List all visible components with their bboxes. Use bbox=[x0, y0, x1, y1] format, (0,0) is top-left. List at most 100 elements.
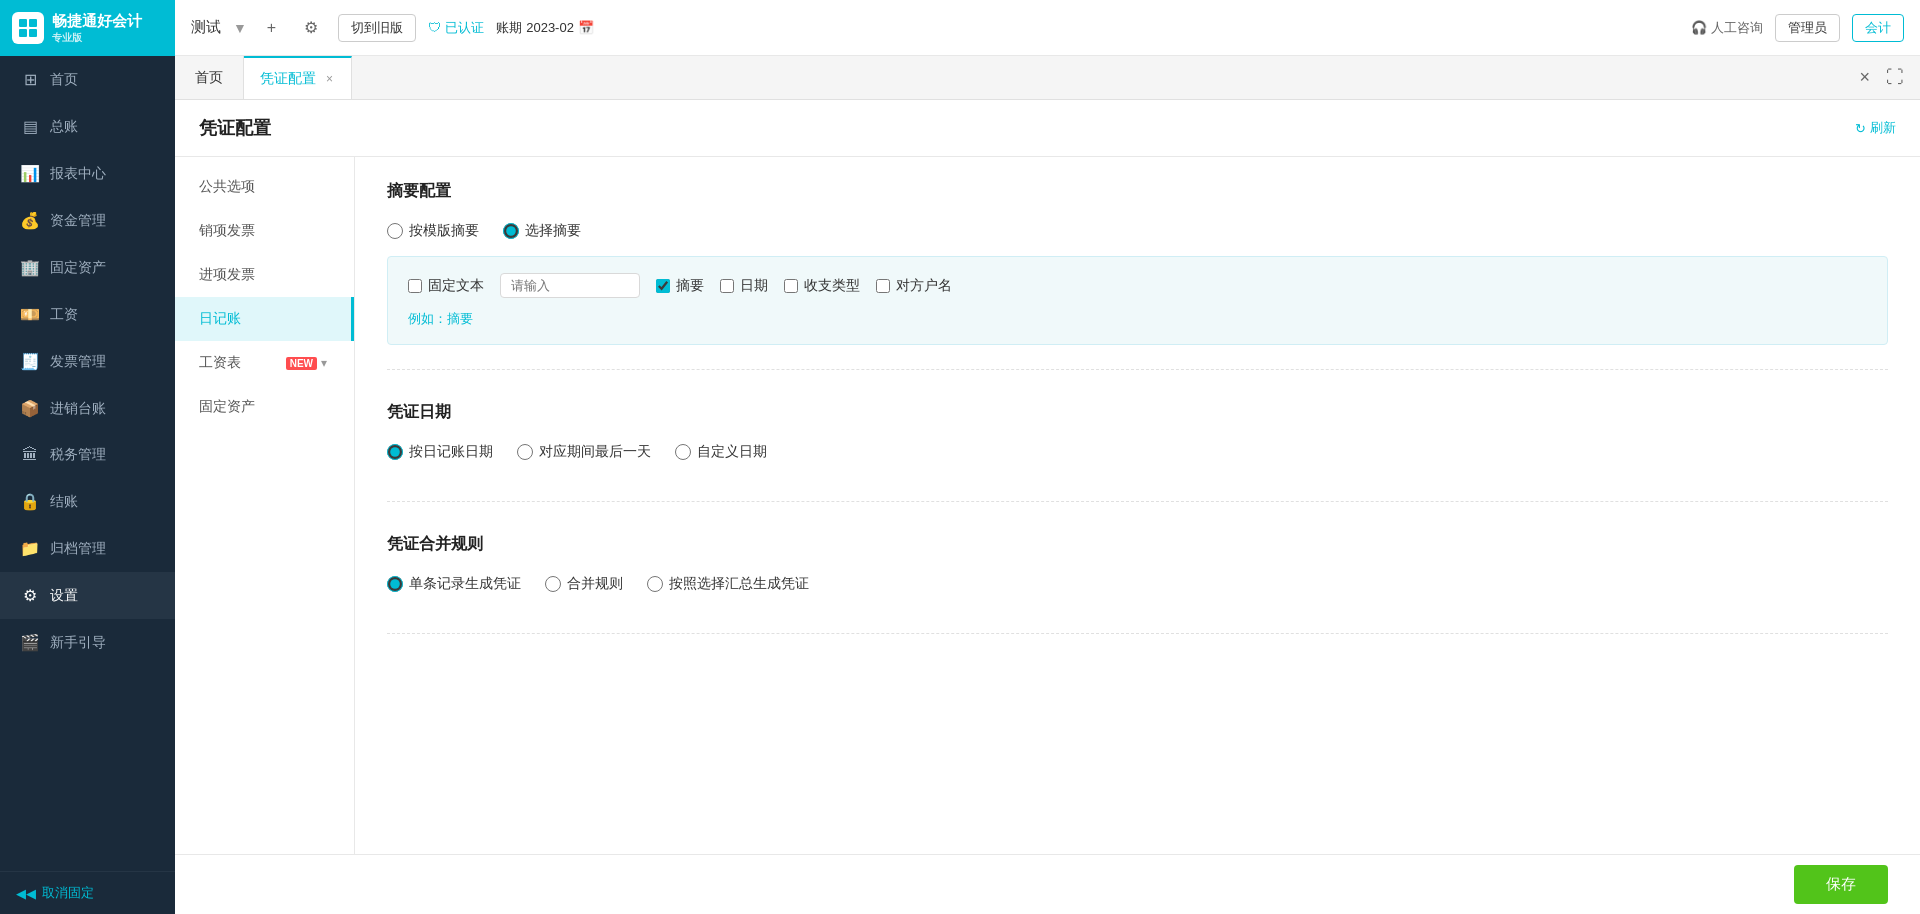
company-dropdown-icon[interactable]: ▼ bbox=[233, 20, 247, 36]
merge-rule-radio[interactable] bbox=[545, 576, 561, 592]
fixed-text-input[interactable] bbox=[500, 273, 640, 298]
date-last-day-radio[interactable] bbox=[517, 444, 533, 460]
merge-by-select-radio[interactable] bbox=[647, 576, 663, 592]
calendar-icon[interactable]: 📅 bbox=[578, 20, 594, 35]
sidebar-item-label: 总账 bbox=[50, 118, 78, 136]
refresh-button[interactable]: ↻ 刷新 bbox=[1855, 119, 1896, 153]
expand-panel-button[interactable]: ⛶ bbox=[1882, 63, 1908, 92]
invoices-icon: 🧾 bbox=[20, 352, 40, 371]
tab-home[interactable]: 首页 bbox=[175, 56, 244, 99]
sidebar-item-ledger[interactable]: ▤ 总账 bbox=[0, 103, 175, 150]
sidebar-item-assets[interactable]: 🏢 固定资产 bbox=[0, 244, 175, 291]
content-area: 凭证配置 ↻ 刷新 公共选项 销项发票 进项发票 bbox=[175, 100, 1920, 914]
summary-config-row: 固定文本 摘要 日期 bbox=[408, 273, 1867, 298]
sidebar-item-archive[interactable]: 📁 归档管理 bbox=[0, 525, 175, 572]
admin-button[interactable]: 管理员 bbox=[1775, 14, 1840, 42]
merge-section: 凭证合并规则 单条记录生成凭证 合并规则 bbox=[387, 534, 1888, 634]
summary-option[interactable]: 摘要 bbox=[656, 277, 704, 295]
merge-rule-option[interactable]: 合并规则 bbox=[545, 575, 623, 593]
date-last-day-option[interactable]: 对应期间最后一天 bbox=[517, 443, 651, 461]
assets-icon: 🏢 bbox=[20, 258, 40, 277]
switch-version-button[interactable]: 切到旧版 bbox=[338, 14, 416, 42]
fixed-text-label: 固定文本 bbox=[428, 277, 484, 295]
add-button[interactable]: + bbox=[259, 15, 284, 41]
logo-icon bbox=[12, 12, 44, 44]
sidebar-item-label: 新手引导 bbox=[50, 634, 106, 652]
account-button[interactable]: 会计 bbox=[1852, 14, 1904, 42]
nav-item-payroll[interactable]: 工资表 NEW ▾ bbox=[175, 341, 354, 385]
date-checkbox[interactable] bbox=[720, 279, 734, 293]
sidebar-item-invoices[interactable]: 🧾 发票管理 bbox=[0, 338, 175, 385]
date-title: 凭证日期 bbox=[387, 402, 1888, 423]
reports-icon: 📊 bbox=[20, 164, 40, 183]
left-nav: 公共选项 销项发票 进项发票 日记账 工资表 bbox=[175, 157, 355, 914]
new-badge: NEW bbox=[286, 357, 317, 370]
merge-single-radio[interactable] bbox=[387, 576, 403, 592]
funds-icon: 💰 bbox=[20, 211, 40, 230]
sidebar-item-reports[interactable]: 📊 报表中心 bbox=[0, 150, 175, 197]
sidebar-item-label: 首页 bbox=[50, 71, 78, 89]
nav-item-sales-label: 销项发票 bbox=[199, 222, 255, 238]
home-icon: ⊞ bbox=[20, 70, 40, 89]
sidebar-item-close-accounts[interactable]: 🔒 结账 bbox=[0, 478, 175, 525]
nav-item-purchase[interactable]: 进项发票 bbox=[175, 253, 354, 297]
tab-close-button[interactable]: × bbox=[324, 70, 335, 88]
merge-single-option[interactable]: 单条记录生成凭证 bbox=[387, 575, 521, 593]
merge-by-select-option[interactable]: 按照选择汇总生成凭证 bbox=[647, 575, 809, 593]
date-last-day-label: 对应期间最后一天 bbox=[539, 443, 651, 461]
nav-item-assets[interactable]: 固定资产 bbox=[175, 385, 354, 429]
sidebar-item-label: 资金管理 bbox=[50, 212, 106, 230]
date-option[interactable]: 日期 bbox=[720, 277, 768, 295]
nav-item-assets-label: 固定资产 bbox=[199, 398, 255, 414]
fixed-text-checkbox[interactable] bbox=[408, 279, 422, 293]
sidebar-item-label: 税务管理 bbox=[50, 446, 106, 464]
date-custom-option[interactable]: 自定义日期 bbox=[675, 443, 767, 461]
period-display: 账期 2023-02 📅 bbox=[496, 19, 594, 37]
summary-config-box: 固定文本 摘要 日期 bbox=[387, 256, 1888, 345]
service-button[interactable]: 🎧 人工咨询 bbox=[1691, 19, 1763, 37]
summary-select-radio[interactable] bbox=[503, 223, 519, 239]
date-radio-group: 按日记账日期 对应期间最后一天 自定义日期 bbox=[387, 443, 1888, 461]
sidebar: 畅捷通好会计 专业版 ⊞ 首页 ▤ 总账 📊 报表中心 💰 资金管理 🏢 固定资… bbox=[0, 0, 175, 914]
pay-type-checkbox[interactable] bbox=[784, 279, 798, 293]
save-button[interactable]: 保存 bbox=[1794, 865, 1888, 904]
date-custom-radio[interactable] bbox=[675, 444, 691, 460]
sidebar-item-label: 报表中心 bbox=[50, 165, 106, 183]
nav-item-public[interactable]: 公共选项 bbox=[175, 165, 354, 209]
merge-by-select-label: 按照选择汇总生成凭证 bbox=[669, 575, 809, 593]
unpin-button[interactable]: ◀◀ 取消固定 bbox=[0, 871, 175, 914]
sidebar-item-guide[interactable]: 🎬 新手引导 bbox=[0, 619, 175, 666]
sidebar-item-payroll[interactable]: 💴 工资 bbox=[0, 291, 175, 338]
date-by-date-radio[interactable] bbox=[387, 444, 403, 460]
fixed-text-option[interactable]: 固定文本 bbox=[408, 277, 484, 295]
nav-item-payroll-row: 工资表 NEW ▾ bbox=[199, 354, 327, 372]
sidebar-item-home[interactable]: ⊞ 首页 bbox=[0, 56, 175, 103]
sidebar-item-tax[interactable]: 🏛 税务管理 bbox=[0, 432, 175, 478]
date-by-date-label: 按日记账日期 bbox=[409, 443, 493, 461]
summary-checkbox[interactable] bbox=[656, 279, 670, 293]
summary-template-option[interactable]: 按模版摘要 bbox=[387, 222, 479, 240]
tab-home-label: 首页 bbox=[195, 69, 223, 87]
summary-label: 摘要 bbox=[676, 277, 704, 295]
summary-select-option[interactable]: 选择摘要 bbox=[503, 222, 581, 240]
example-text: 例如：摘要 bbox=[408, 311, 473, 326]
counterpart-checkbox[interactable] bbox=[876, 279, 890, 293]
sidebar-item-label: 结账 bbox=[50, 493, 78, 511]
close-panel-button[interactable]: × bbox=[1855, 63, 1874, 92]
nav-item-sales[interactable]: 销项发票 bbox=[175, 209, 354, 253]
sidebar-item-purchases[interactable]: 📦 进销台账 bbox=[0, 385, 175, 432]
tab-voucher-config[interactable]: 凭证配置 × bbox=[244, 56, 352, 99]
svg-rect-2 bbox=[19, 29, 27, 37]
counterpart-option[interactable]: 对方户名 bbox=[876, 277, 952, 295]
date-by-date-option[interactable]: 按日记账日期 bbox=[387, 443, 493, 461]
nav-item-journal[interactable]: 日记账 bbox=[175, 297, 354, 341]
summary-template-radio[interactable] bbox=[387, 223, 403, 239]
sidebar-item-label: 归档管理 bbox=[50, 540, 106, 558]
archive-icon: 📁 bbox=[20, 539, 40, 558]
tabbar: 首页 凭证配置 × × ⛶ bbox=[175, 56, 1920, 100]
sidebar-item-settings[interactable]: ⚙ 设置 bbox=[0, 572, 175, 619]
settings-button[interactable]: ⚙ bbox=[296, 14, 326, 41]
tax-icon: 🏛 bbox=[20, 446, 40, 464]
sidebar-item-funds[interactable]: 💰 资金管理 bbox=[0, 197, 175, 244]
pay-type-option[interactable]: 收支类型 bbox=[784, 277, 860, 295]
